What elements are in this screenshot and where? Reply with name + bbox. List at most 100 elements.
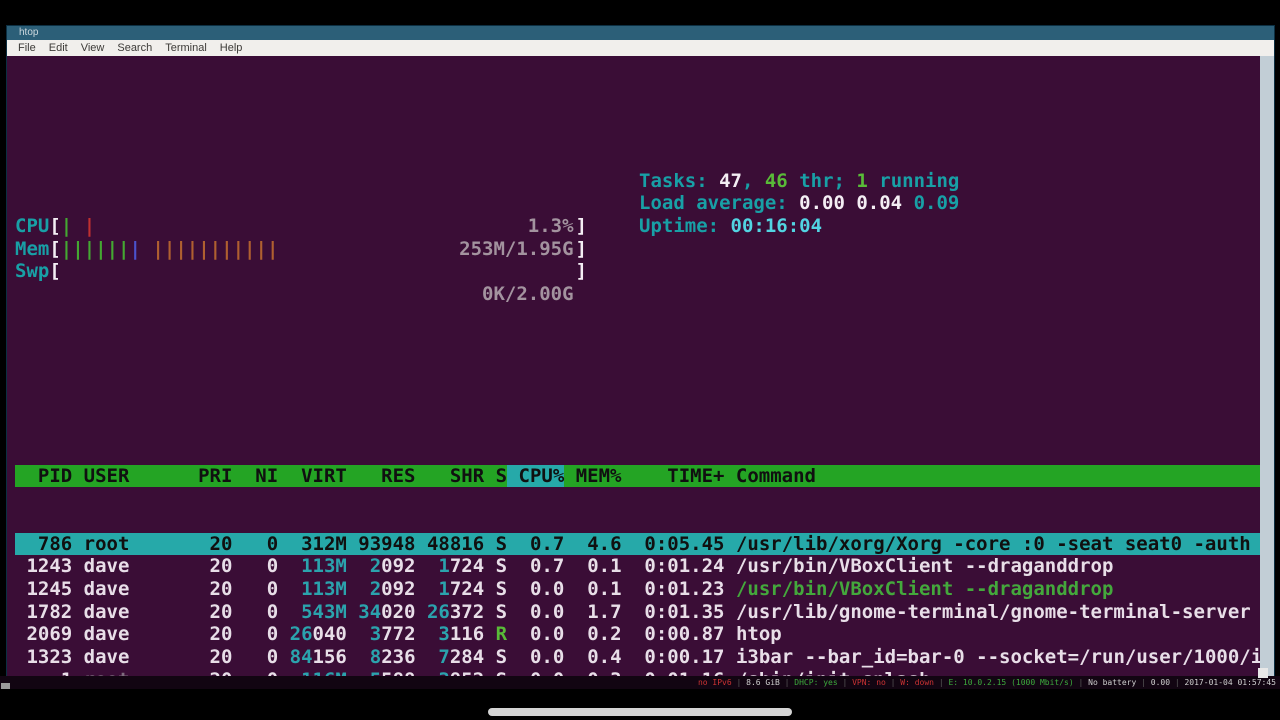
cell-cpu: 0.0: [518, 578, 565, 601]
meter-bar: | | 1.3%: [61, 215, 576, 238]
column-header-mem[interactable]: MEM%: [576, 465, 622, 487]
screen: htop File Edit View Search Terminal Help…: [0, 0, 1280, 720]
cell-ni: 0: [243, 532, 279, 555]
cell-pid: 2069: [15, 623, 73, 646]
cell-shr: 1: [426, 555, 450, 578]
cell-shr: 816: [449, 532, 485, 555]
text-segment: running: [867, 169, 960, 192]
cell-virt: 26: [289, 623, 313, 646]
column-header-gap: [507, 464, 519, 487]
status-separator: |: [731, 678, 747, 687]
cell-res: 8: [358, 646, 382, 669]
cell-time: 0:05.45: [632, 532, 725, 555]
status-segment: VPN: no: [852, 678, 886, 687]
status-separator: |: [1073, 678, 1089, 687]
cell-user: dave: [83, 600, 187, 623]
menu-item-terminal[interactable]: Terminal: [162, 40, 210, 56]
cell-res: 092: [381, 578, 416, 601]
process-row[interactable]: 1245 dave 20 0 113M 2092 1724 S 0.0 0.1 …: [15, 578, 1262, 601]
meter-tick: |: [152, 237, 164, 260]
column-header-shr[interactable]: SHR: [427, 465, 484, 487]
column-header-virt[interactable]: VIRT: [290, 465, 347, 487]
cell-res: 948: [381, 532, 416, 555]
load-average-line: Load average: 0.00 0.04 0.09: [639, 192, 959, 215]
cell-time: 0:01.24: [632, 555, 725, 578]
menu-item-search[interactable]: Search: [114, 40, 155, 56]
menu-bar: File Edit View Search Terminal Help: [7, 40, 1274, 56]
process-row[interactable]: 1782 dave 20 0 543M 34020 26372 S 0.0 1.…: [15, 601, 1262, 624]
column-header-res[interactable]: RES: [358, 465, 415, 487]
meter-bracket: [: [49, 214, 61, 237]
cell-pri: 20: [198, 578, 233, 601]
uptime-line: Uptime: 00:16:04: [639, 215, 959, 238]
cell-user: dave: [83, 578, 187, 601]
meters-area: CPU[| | 1.3%] Mem[||||||| ||||||||||| 253M/…: [15, 170, 1262, 352]
cell-state: R: [495, 623, 508, 646]
meter-tick: |: [83, 237, 96, 260]
meter-tick: [72, 215, 83, 237]
tray-icon[interactable]: [1258, 668, 1268, 678]
column-header-s[interactable]: S: [496, 465, 507, 487]
terminal-scrollbar[interactable]: [1260, 56, 1274, 677]
process-row[interactable]: 2069 dave 20 0 26040 3772 3116 R 0.0 0.2…: [15, 623, 1262, 646]
cell-pid: 1243: [15, 555, 73, 578]
cell-mem: 0.2: [575, 623, 622, 646]
text-segment: 0.09: [913, 192, 960, 215]
column-header-pri[interactable]: PRI: [198, 465, 232, 487]
status-segment: W: down: [900, 678, 934, 687]
column-header-cpu[interactable]: CPU%: [518, 464, 565, 487]
cell-res: 2: [358, 555, 382, 578]
meter-bracket: ]: [575, 237, 587, 260]
process-row[interactable]: 1323 dave 20 0 84156 8236 7284 S 0.0 0.4…: [15, 646, 1262, 669]
column-header-ni[interactable]: NI: [244, 465, 278, 487]
process-row[interactable]: 1243 dave 20 0 113M 2092 1724 S 0.7 0.1 …: [15, 555, 1262, 578]
meter-tick: |: [72, 237, 84, 260]
menu-item-help[interactable]: Help: [217, 40, 246, 56]
meter-tick: |: [60, 214, 73, 237]
text-segment: 0.00: [799, 192, 857, 215]
workspace-indicator[interactable]: [1, 683, 10, 689]
column-header-user[interactable]: USER: [84, 465, 187, 487]
cell-shr: 372: [449, 600, 485, 623]
cell-user: dave: [83, 623, 187, 646]
meter-value: 253M/1.95G: [459, 237, 574, 260]
cell-command: /usr/bin/VBoxClient --draganddrop: [735, 578, 1114, 601]
status-segment: 0.00: [1150, 678, 1171, 687]
cell-command: htop: [735, 623, 782, 646]
meter-tick: |: [106, 237, 119, 260]
status-segment: No battery: [1088, 678, 1137, 687]
menu-item-view[interactable]: View: [78, 40, 108, 56]
bottom-pill: [488, 708, 792, 716]
cell-pid: 1323: [15, 646, 73, 669]
cell-pid: 1782: [15, 600, 73, 623]
cell-pri: 20: [198, 623, 233, 646]
cell-time: 0:01.35: [632, 600, 725, 623]
htop-terminal: CPU[| | 1.3%] Mem[||||||| ||||||||||| 253M/…: [7, 56, 1262, 677]
cell-virt: 312M: [289, 532, 347, 555]
meter-tick: |: [163, 237, 176, 260]
meter-tick: |: [255, 237, 267, 260]
cell-mem: 0.1: [575, 555, 622, 578]
text-segment: Uptime:: [639, 214, 731, 237]
cell-shr: 7: [426, 646, 450, 669]
meter-tick: |: [60, 237, 73, 260]
cell-time: 0:00.17: [632, 646, 725, 669]
meter-bracket: [: [49, 237, 61, 260]
menu-item-file[interactable]: File: [15, 40, 39, 56]
meter-tick: [141, 238, 152, 260]
menu-item-edit[interactable]: Edit: [46, 40, 71, 56]
meter-tick: |: [186, 237, 199, 260]
cell-mem: 0.1: [575, 578, 622, 601]
cell-res: 236: [381, 646, 416, 669]
process-row[interactable]: 786 root 20 0 312M 93948 48816 S 0.7 4.6…: [15, 532, 1262, 556]
meter-tick: |: [198, 237, 210, 260]
cell-cpu: 0.0: [518, 600, 565, 623]
text-segment: Tasks:: [639, 169, 720, 192]
window-titlebar[interactable]: htop: [7, 26, 1274, 40]
column-header-time[interactable]: TIME+: [633, 465, 724, 487]
column-header-pid[interactable]: PID: [15, 465, 72, 487]
column-header-cmd[interactable]: Command: [736, 465, 816, 487]
cell-virt: 156: [312, 646, 347, 669]
cell-ni: 0: [243, 646, 279, 669]
